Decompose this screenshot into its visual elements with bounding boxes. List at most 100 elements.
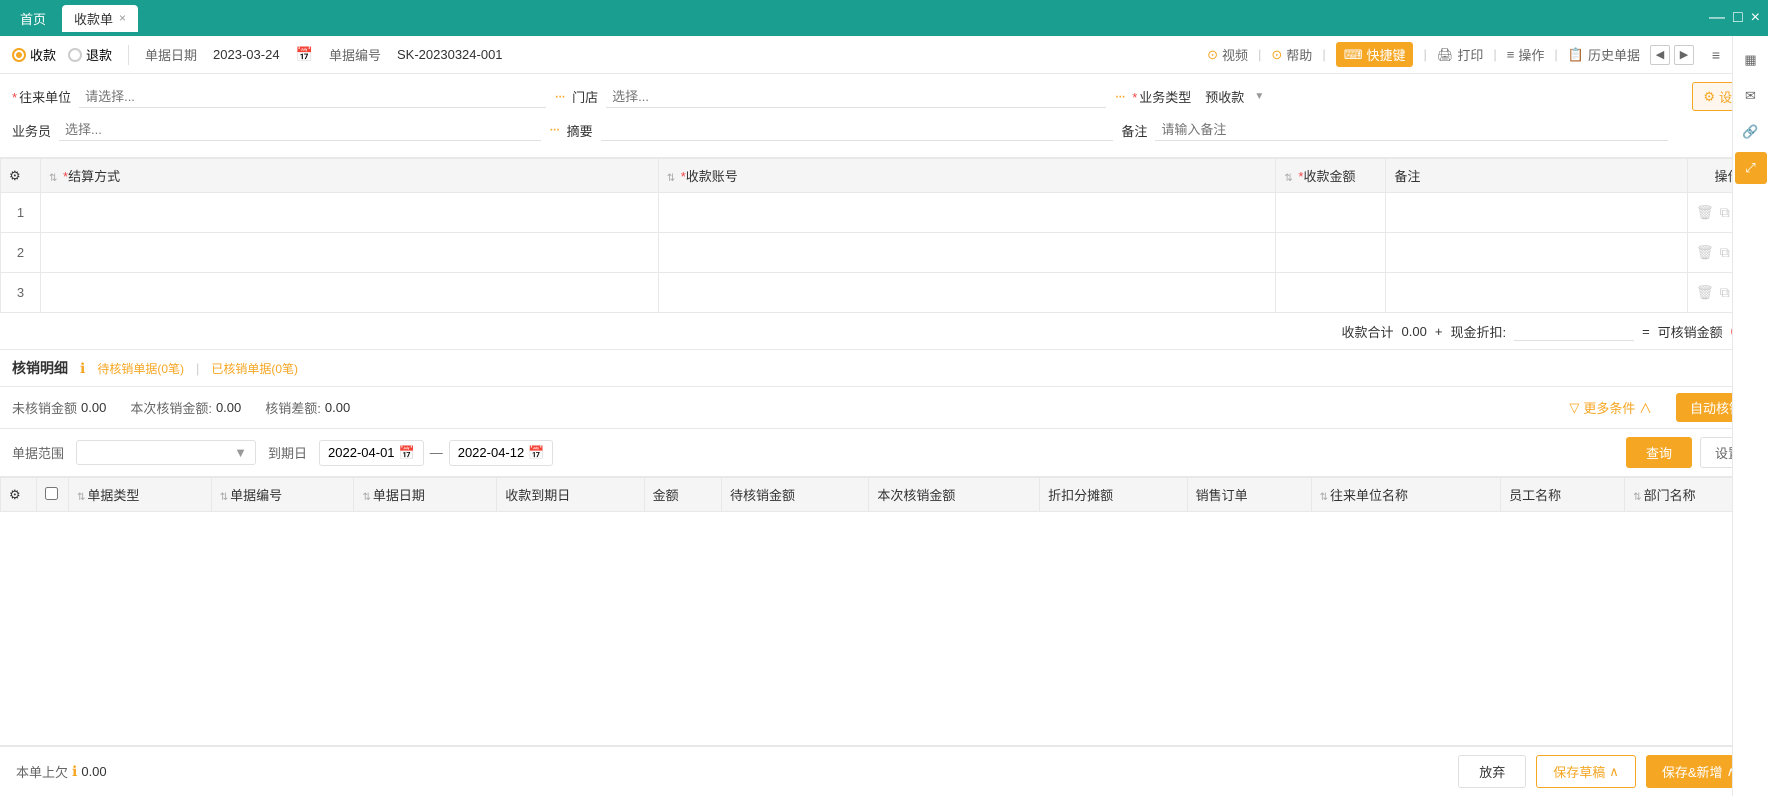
minimize-button[interactable]: — bbox=[1709, 9, 1725, 27]
counterparty-more-icon[interactable]: ··· bbox=[554, 88, 564, 106]
sort-arrows-settlement[interactable]: ⇅ bbox=[49, 173, 57, 184]
row-settlement-3[interactable] bbox=[41, 273, 659, 313]
date-to-icon: 📅 bbox=[528, 445, 544, 461]
writeoff-title: 核销明细 bbox=[12, 358, 68, 378]
row-amount-1[interactable] bbox=[1276, 193, 1386, 233]
table-col-account: ⇅ *收款账号 bbox=[658, 159, 1276, 193]
store-input[interactable] bbox=[606, 86, 1106, 108]
row-num-1: 1 bbox=[1, 193, 41, 233]
row-notes-2[interactable] bbox=[1386, 233, 1688, 273]
save-draft-button[interactable]: 保存草稿 ∧ bbox=[1536, 755, 1636, 788]
row-copy-1[interactable]: ⧉ bbox=[1720, 204, 1730, 221]
business-type-value[interactable]: 预收款 bbox=[1199, 84, 1250, 109]
more-conditions-button[interactable]: ▽ 更多条件 ∧ bbox=[1569, 398, 1652, 417]
business-type-arrow[interactable]: ▼ bbox=[1254, 91, 1264, 102]
divider-3: | bbox=[1423, 47, 1426, 62]
radio-receipt[interactable]: 收款 bbox=[12, 45, 56, 64]
filter-row: 单据范围 ▼ 到期日 2022-04-01 📅 — 2022-04-12 📅 查… bbox=[0, 429, 1768, 477]
operation-button[interactable]: ≡ 操作 bbox=[1507, 45, 1545, 64]
store-more-icon[interactable]: ··· bbox=[1114, 88, 1124, 106]
sort-docdate[interactable]: ⇅ bbox=[362, 492, 370, 503]
row-amount-2[interactable] bbox=[1276, 233, 1386, 273]
calendar-icon[interactable]: 📅 bbox=[296, 46, 313, 63]
date-from-input[interactable]: 2022-04-01 📅 bbox=[319, 440, 424, 466]
shortcut-button[interactable]: ⌨ 快捷键 bbox=[1336, 42, 1414, 67]
staff-more-icon[interactable]: ··· bbox=[549, 121, 559, 139]
discount-input[interactable] bbox=[1514, 321, 1634, 341]
btcol-current: 本次核销金额 bbox=[869, 478, 1040, 512]
business-type-label: 业务类型 bbox=[1132, 87, 1191, 106]
discard-button[interactable]: 放弃 bbox=[1458, 755, 1526, 788]
divider-2: | bbox=[1322, 47, 1325, 62]
row-copy-2[interactable]: ⧉ bbox=[1720, 244, 1730, 261]
row-num-3: 3 bbox=[1, 273, 41, 313]
radio-refund[interactable]: 退款 bbox=[68, 45, 112, 64]
prev-arrow[interactable]: ◀ bbox=[1650, 45, 1670, 65]
table-col-amount: ⇅ *收款金额 bbox=[1276, 159, 1386, 193]
sort-dept[interactable]: ⇅ bbox=[1633, 492, 1641, 503]
row-notes-3[interactable] bbox=[1386, 273, 1688, 313]
divider-5: | bbox=[1554, 47, 1557, 62]
notes-input[interactable] bbox=[1155, 119, 1668, 141]
query-button[interactable]: 查询 bbox=[1626, 437, 1692, 468]
sidebar-expand-icon: ⤢ bbox=[1745, 160, 1755, 176]
staff-input[interactable] bbox=[59, 119, 541, 141]
next-arrow[interactable]: ▶ bbox=[1674, 45, 1694, 65]
sort-arrows-account[interactable]: ⇅ bbox=[667, 173, 675, 184]
row-amount-3[interactable] bbox=[1276, 273, 1386, 313]
active-tab[interactable]: 收款单 × bbox=[62, 5, 138, 32]
window-close-button[interactable]: × bbox=[1751, 9, 1760, 27]
sort-docnum[interactable]: ⇅ bbox=[220, 492, 228, 503]
help-button[interactable]: ⊙ 帮助 bbox=[1271, 45, 1312, 64]
range-select[interactable]: ▼ bbox=[76, 440, 256, 465]
row-notes-1[interactable] bbox=[1386, 193, 1688, 233]
table-header-row: ⚙ ⇅ *结算方式 ⇅ *收款账号 ⇅ *收款金额 备注 bbox=[1, 159, 1768, 193]
tab-completed[interactable]: 已核销单据(0笔) bbox=[211, 360, 298, 377]
row-settlement-1[interactable] bbox=[41, 193, 659, 233]
form-row-2: 业务员 ··· 摘要 备注 bbox=[12, 119, 1756, 141]
select-all-checkbox[interactable] bbox=[45, 487, 58, 500]
video-icon: ⊙ bbox=[1207, 47, 1218, 63]
list-view-button[interactable]: ≡ bbox=[1704, 44, 1728, 66]
sort-doctype[interactable]: ⇅ bbox=[77, 492, 85, 503]
row-settlement-2[interactable] bbox=[41, 233, 659, 273]
print-button[interactable]: 🖨 打印 bbox=[1437, 45, 1484, 64]
bottom-info-icon[interactable]: ℹ bbox=[72, 763, 77, 780]
writeoff-info-icon[interactable]: ℹ bbox=[80, 360, 85, 377]
form-area: 往来单位 ··· 门店 ··· 业务类型 预收款 ▼ ⚙ 设置 bbox=[0, 74, 1768, 158]
row-delete-2[interactable]: 🗑 bbox=[1696, 244, 1714, 261]
counterparty-input[interactable] bbox=[79, 86, 546, 108]
video-button[interactable]: ⊙ 视频 bbox=[1207, 45, 1248, 64]
home-tab[interactable]: 首页 bbox=[8, 5, 58, 32]
table-col-gear[interactable]: ⚙ bbox=[1, 159, 41, 193]
row-account-3[interactable] bbox=[658, 273, 1276, 313]
table-row: 3 🗑 ⧉ bbox=[1, 273, 1768, 313]
bottom-value: 0.00 bbox=[81, 764, 106, 779]
row-num-2: 2 bbox=[1, 233, 41, 273]
row-delete-3[interactable]: 🗑 bbox=[1696, 284, 1714, 301]
btcol-checkbox[interactable] bbox=[37, 478, 69, 512]
row-account-2[interactable] bbox=[658, 233, 1276, 273]
tab-pending[interactable]: 待核销单据(0笔) bbox=[97, 360, 184, 377]
sidebar-email-button[interactable]: ✉ bbox=[1735, 80, 1767, 112]
bottom-right-actions: 放弃 保存草稿 ∧ 保存&新增 ∧ bbox=[1458, 755, 1752, 788]
maximize-button[interactable]: □ bbox=[1733, 9, 1743, 27]
date-to-input[interactable]: 2022-04-12 📅 bbox=[449, 440, 554, 466]
sidebar-table-button[interactable]: ▦ bbox=[1735, 44, 1767, 76]
row-copy-3[interactable]: ⧉ bbox=[1720, 284, 1730, 301]
row-account-1[interactable] bbox=[658, 193, 1276, 233]
sidebar-attachment-button[interactable]: 🔗 bbox=[1735, 116, 1767, 148]
tab-close-icon[interactable]: × bbox=[119, 11, 126, 25]
summary-input[interactable] bbox=[601, 119, 1114, 141]
staff-section: 业务员 ··· bbox=[12, 119, 559, 141]
sort-arrows-amount[interactable]: ⇅ bbox=[1284, 173, 1292, 184]
sort-counterparty[interactable]: ⇅ bbox=[1320, 492, 1328, 503]
btcol-gear[interactable]: ⚙ bbox=[1, 478, 37, 512]
business-type-container: 预收款 ▼ bbox=[1199, 84, 1264, 109]
history-button[interactable]: 📋 历史单据 bbox=[1568, 45, 1640, 64]
summary-row: 收款合计 0.00 + 现金折扣: = 可核销金额 0.00 bbox=[0, 313, 1768, 350]
sidebar-expand-button[interactable]: ⤢ bbox=[1735, 152, 1767, 184]
date-value[interactable]: 2023-03-24 bbox=[213, 47, 280, 62]
summary-label: 摘要 bbox=[567, 121, 593, 140]
row-delete-1[interactable]: 🗑 bbox=[1696, 204, 1714, 221]
